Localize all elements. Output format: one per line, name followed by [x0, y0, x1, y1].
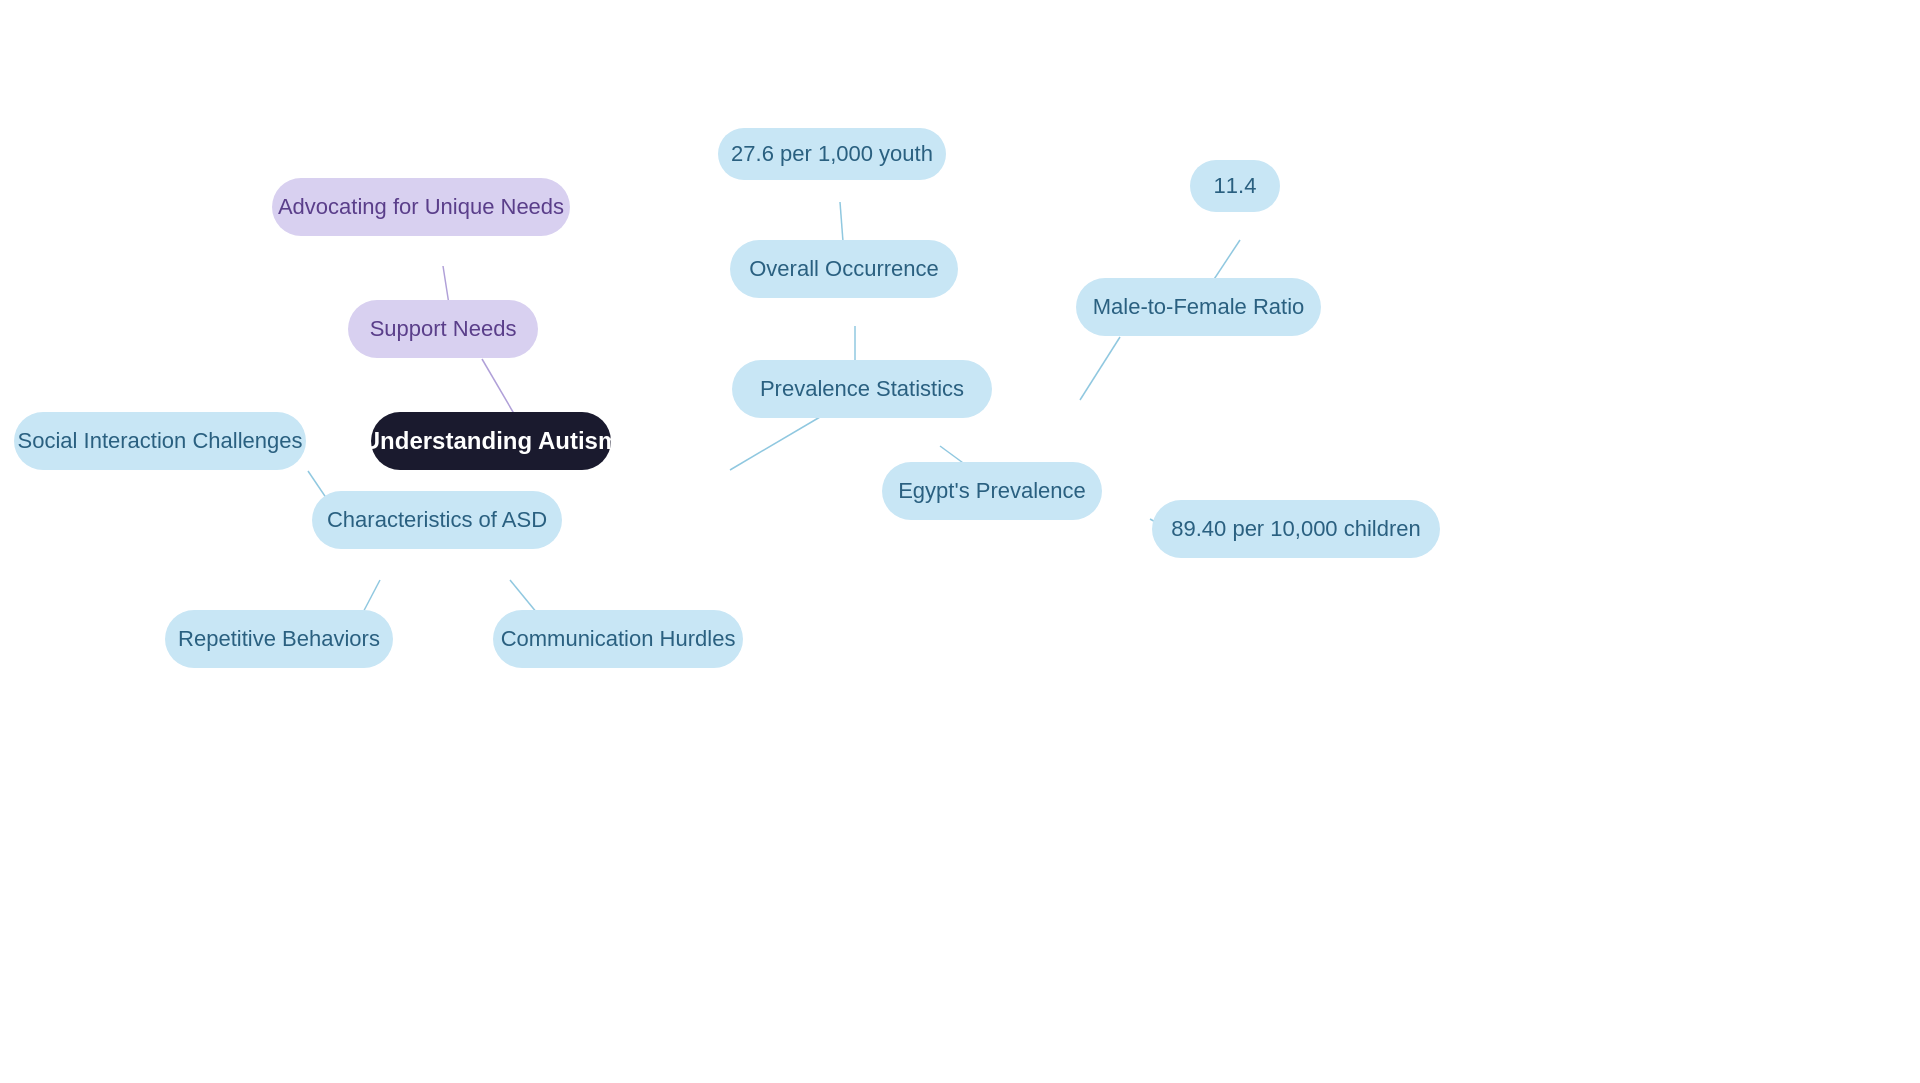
svg-line-0 — [730, 417, 820, 470]
egypt-value-node: 89.40 per 10,000 children — [1152, 500, 1440, 558]
overall-occurrence-node: Overall Occurrence — [730, 240, 958, 298]
repetitive-behaviors-node: Repetitive Behaviors — [165, 610, 393, 668]
communication-hurdles-node: Communication Hurdles — [493, 610, 743, 668]
male-female-ratio-node: Male-to-Female Ratio — [1076, 278, 1321, 336]
svg-line-3 — [1080, 337, 1120, 400]
center-node: Understanding Autism — [371, 412, 611, 470]
characteristics-asd-node: Characteristics of ASD — [312, 491, 562, 549]
youth-rate-node: 27.6 per 1,000 youth — [718, 128, 946, 180]
social-interaction-node: Social Interaction Challenges — [14, 412, 306, 470]
advocating-node: Advocating for Unique Needs — [272, 178, 570, 236]
ratio-value-node: 11.4 — [1190, 160, 1280, 212]
prevalence-statistics-node: Prevalence Statistics — [732, 360, 992, 418]
support-needs-node: Support Needs — [348, 300, 538, 358]
egypt-prevalence-node: Egypt's Prevalence — [882, 462, 1102, 520]
